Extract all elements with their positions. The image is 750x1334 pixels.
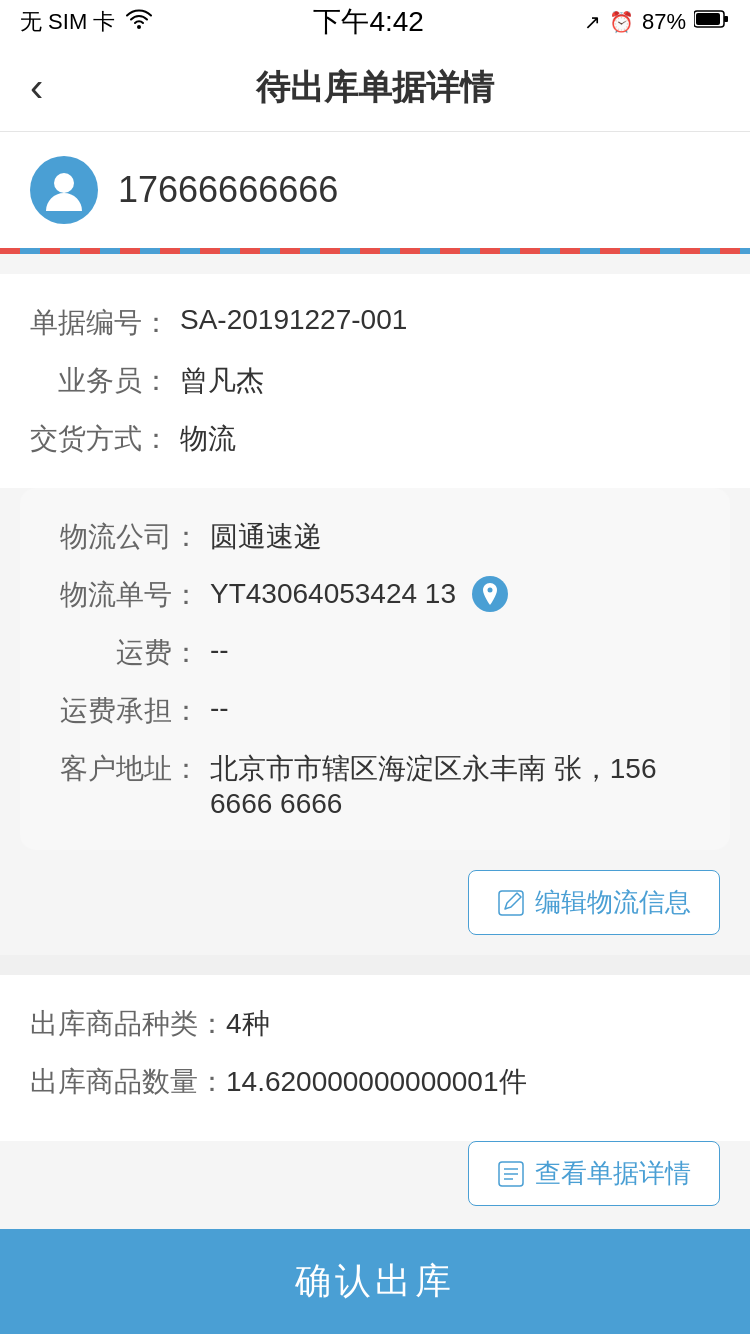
page-title: 待出库单据详情 bbox=[256, 65, 494, 111]
tracking-number: YT43064053424 13 bbox=[210, 578, 456, 610]
tracking-location-icon[interactable] bbox=[472, 576, 508, 612]
edit-logistics-button[interactable]: 编辑物流信息 bbox=[468, 870, 720, 935]
view-details-button[interactable]: 查看单据详情 bbox=[468, 1141, 720, 1206]
back-button[interactable]: ‹ bbox=[30, 65, 43, 110]
delivery-method-label: 交货方式： bbox=[30, 420, 170, 458]
freight-bearer-label: 运费承担： bbox=[50, 692, 200, 730]
order-number-label: 单据编号： bbox=[30, 304, 170, 342]
customer-phone: 17666666666 bbox=[118, 169, 338, 211]
freight-value: -- bbox=[210, 634, 700, 666]
staff-label: 业务员： bbox=[30, 362, 170, 400]
location-status-icon: ↗ bbox=[584, 10, 601, 34]
confirm-button-label: 确认出库 bbox=[295, 1257, 455, 1306]
wifi-icon bbox=[125, 9, 153, 35]
tracking-row: 物流单号： YT43064053424 13 bbox=[50, 576, 700, 614]
edit-logistics-label: 编辑物流信息 bbox=[535, 885, 691, 920]
address-row: 客户地址： 北京市市辖区海淀区永丰南 张，156 6666 6666 bbox=[50, 750, 700, 820]
tracking-value-wrap: YT43064053424 13 bbox=[210, 576, 700, 612]
tracking-label: 物流单号： bbox=[50, 576, 200, 614]
logistics-company-row: 物流公司： 圆通速递 bbox=[50, 518, 700, 556]
delivery-method-value: 物流 bbox=[180, 420, 720, 458]
address-label: 客户地址： bbox=[50, 750, 200, 788]
order-info-section: 单据编号： SA-20191227-001 业务员： 曾凡杰 交货方式： 物流 bbox=[0, 274, 750, 488]
dashed-divider bbox=[0, 248, 750, 254]
svg-rect-2 bbox=[696, 13, 720, 25]
svg-rect-1 bbox=[724, 16, 728, 22]
svg-point-3 bbox=[54, 173, 74, 193]
goods-types-row: 出库商品种类： 4种 bbox=[30, 1005, 720, 1043]
avatar bbox=[30, 156, 98, 224]
logistics-card: 物流公司： 圆通速递 物流单号： YT43064053424 13 运费： --… bbox=[20, 488, 730, 850]
battery-icon bbox=[694, 9, 730, 35]
logistics-company-value: 圆通速递 bbox=[210, 518, 700, 556]
goods-quantity-value: 14.620000000000001件 bbox=[226, 1063, 527, 1101]
goods-quantity-label: 出库商品数量： bbox=[30, 1063, 226, 1101]
alarm-icon: ⏰ bbox=[609, 10, 634, 34]
address-value: 北京市市辖区海淀区永丰南 张，156 6666 6666 bbox=[210, 750, 700, 820]
svg-point-4 bbox=[488, 588, 493, 593]
nav-bar: ‹ 待出库单据详情 bbox=[0, 44, 750, 132]
status-right: ↗ ⏰ 87% bbox=[584, 9, 730, 35]
goods-types-label: 出库商品种类： bbox=[30, 1005, 226, 1043]
freight-bearer-row: 运费承担： -- bbox=[50, 692, 700, 730]
order-number-row: 单据编号： SA-20191227-001 bbox=[30, 304, 720, 342]
status-bar: 无 SIM 卡 下午4:42 ↗ ⏰ 87% bbox=[0, 0, 750, 44]
view-details-label: 查看单据详情 bbox=[535, 1156, 691, 1191]
logistics-company-label: 物流公司： bbox=[50, 518, 200, 556]
customer-header: 17666666666 bbox=[0, 132, 750, 248]
goods-section: 出库商品种类： 4种 出库商品数量： 14.620000000000001件 bbox=[0, 975, 750, 1141]
section-divider bbox=[0, 955, 750, 975]
battery-level: 87% bbox=[642, 9, 686, 35]
status-left: 无 SIM 卡 bbox=[20, 7, 153, 37]
freight-label: 运费： bbox=[50, 634, 200, 672]
order-number-value: SA-20191227-001 bbox=[180, 304, 720, 336]
freight-row: 运费： -- bbox=[50, 634, 700, 672]
freight-bearer-value: -- bbox=[210, 692, 700, 724]
view-details-wrap: 查看单据详情 bbox=[0, 1141, 750, 1236]
edit-logistics-wrap: 编辑物流信息 bbox=[0, 870, 750, 955]
carrier-label: 无 SIM 卡 bbox=[20, 7, 115, 37]
delivery-method-row: 交货方式： 物流 bbox=[30, 420, 720, 458]
status-time: 下午4:42 bbox=[313, 3, 424, 41]
goods-types-value: 4种 bbox=[226, 1005, 270, 1043]
staff-row: 业务员： 曾凡杰 bbox=[30, 362, 720, 400]
goods-quantity-row: 出库商品数量： 14.620000000000001件 bbox=[30, 1063, 720, 1101]
confirm-button-wrap[interactable]: 确认出库 bbox=[0, 1229, 750, 1334]
staff-value: 曾凡杰 bbox=[180, 362, 720, 400]
